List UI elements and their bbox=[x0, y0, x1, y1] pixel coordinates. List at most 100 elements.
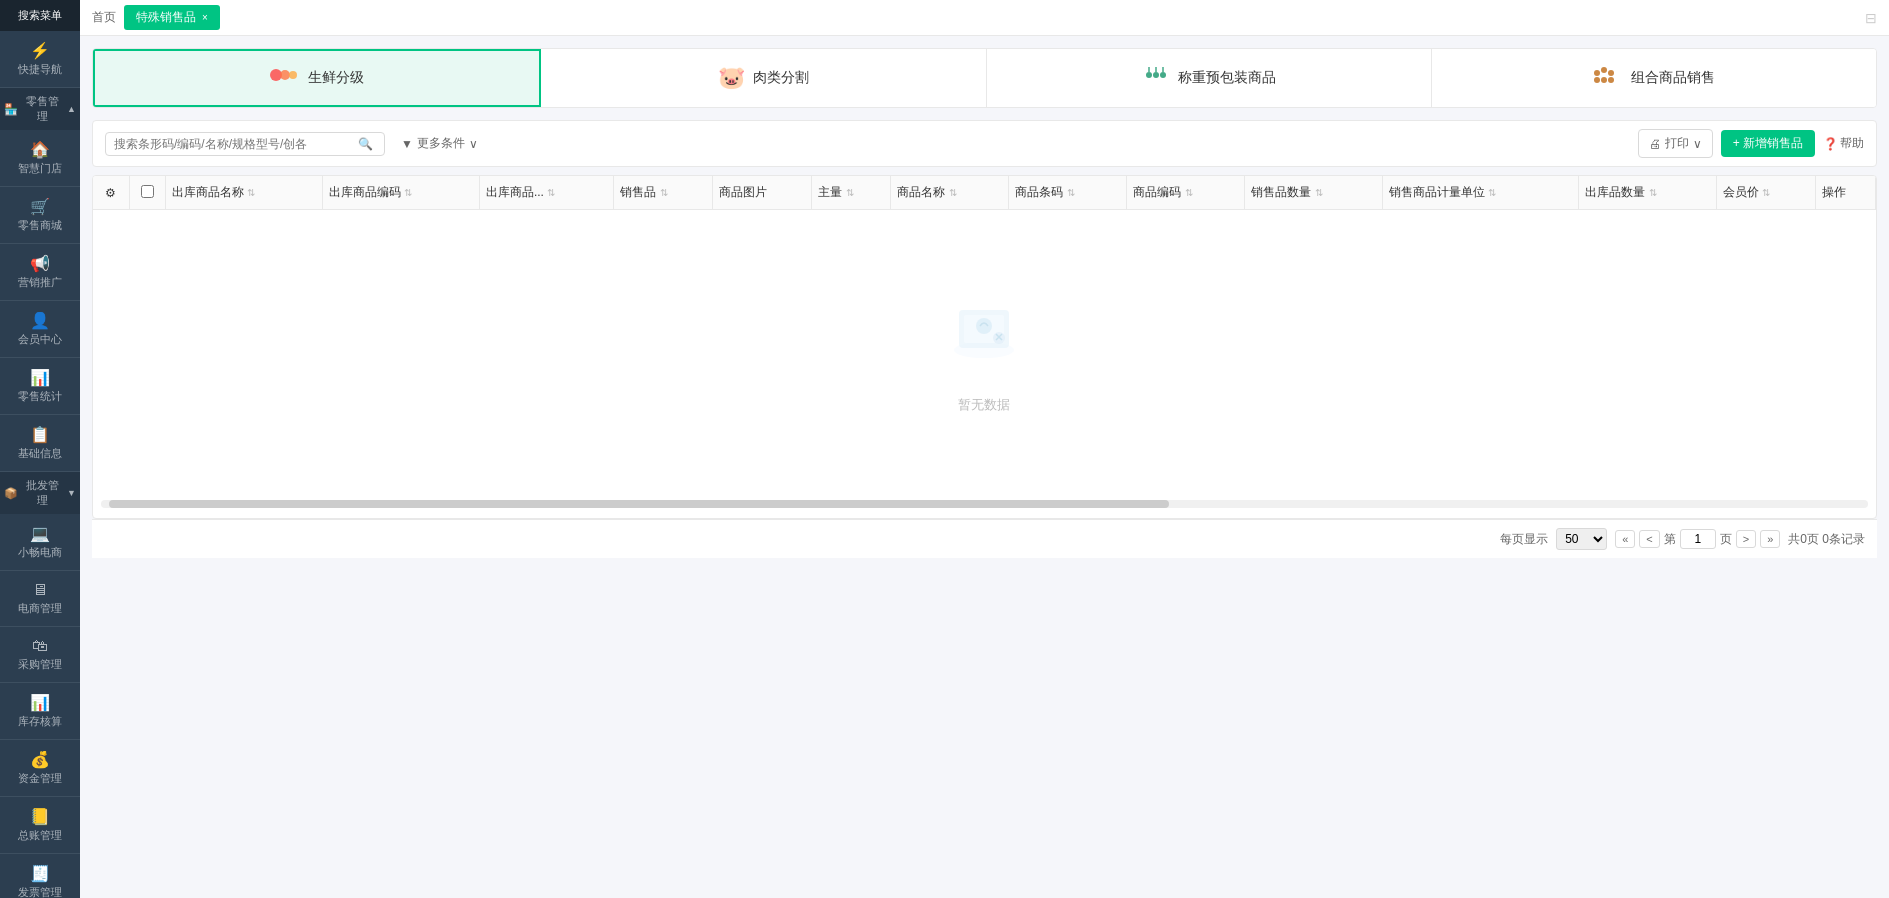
sidebar-item-retail-stats[interactable]: 📊 零售统计 bbox=[0, 358, 80, 415]
topbar-toggle-icon[interactable]: ⊟ bbox=[1865, 10, 1877, 26]
svg-point-1 bbox=[280, 70, 290, 80]
new-label: + 新增销售品 bbox=[1733, 135, 1803, 152]
sidebar-item-label: 总账管理 bbox=[18, 828, 62, 843]
sidebar-section-wholesale[interactable]: 📦 批发管理 ▼ bbox=[0, 472, 80, 514]
sort-icon: ⇅ bbox=[1649, 187, 1657, 198]
sidebar-item-quick[interactable]: ⚡ 快捷导航 bbox=[0, 31, 80, 88]
chevron-down-icon: ∨ bbox=[469, 137, 478, 151]
sidebar-item-label: 会员中心 bbox=[18, 332, 62, 347]
svg-point-10 bbox=[1601, 67, 1607, 73]
per-page-select[interactable]: 50 100 200 bbox=[1556, 528, 1607, 550]
pagination: 每页显示 50 100 200 « < 第 页 > » 共0页 0条记录 bbox=[92, 519, 1877, 558]
print-icon: 🖨 bbox=[1649, 137, 1661, 151]
sort-icon: ⇅ bbox=[949, 187, 957, 198]
col-product-code[interactable]: 商品编码 ⇅ bbox=[1127, 176, 1245, 210]
sidebar-item-label: 营销推广 bbox=[18, 275, 62, 290]
col-sale-unit[interactable]: 销售商品计量单位 ⇅ bbox=[1383, 176, 1579, 210]
new-product-button[interactable]: + 新增销售品 bbox=[1721, 130, 1815, 157]
sidebar-item-label: 采购管理 bbox=[18, 657, 62, 672]
sort-icon: ⇅ bbox=[1488, 187, 1496, 198]
page-content: 生鲜分级 🐷 肉类分割 称重预包装商品 bbox=[80, 36, 1889, 898]
select-all-checkbox[interactable] bbox=[141, 185, 154, 198]
next-page-button[interactable]: > bbox=[1736, 530, 1756, 548]
col-product-name[interactable]: 商品名称 ⇅ bbox=[891, 176, 1009, 210]
chevron-down-icon: ▲ bbox=[67, 104, 76, 114]
fresh-grade-label: 生鲜分级 bbox=[308, 69, 364, 87]
filter-button[interactable]: ▼ 更多条件 ∨ bbox=[393, 131, 486, 156]
sidebar-item-label: 基础信息 bbox=[18, 446, 62, 461]
first-page-button[interactable]: « bbox=[1615, 530, 1635, 548]
sidebar-item-inventory[interactable]: 📊 库存核算 bbox=[0, 683, 80, 740]
col-barcode[interactable]: 商品条码 ⇅ bbox=[1009, 176, 1127, 210]
sidebar-item-ecom-mgmt[interactable]: 🖥 电商管理 bbox=[0, 571, 80, 627]
finance-icon: 💰 bbox=[30, 750, 50, 769]
col-out-qty[interactable]: 出库品数量 ⇅ bbox=[1579, 176, 1717, 210]
sidebar-section-retail[interactable]: 🏪 零售管理 ▲ bbox=[0, 88, 80, 130]
svg-point-4 bbox=[1153, 72, 1159, 78]
sidebar-item-label: 发票管理 bbox=[18, 885, 62, 898]
sidebar-item-label: 库存核算 bbox=[18, 714, 62, 729]
topbar: 首页 特殊销售品 × ⊟ bbox=[80, 0, 1889, 36]
sidebar-item-marketing[interactable]: 📢 营销推广 bbox=[0, 244, 80, 301]
chevron-down-icon: ▼ bbox=[67, 488, 76, 498]
sidebar-logo[interactable]: 搜索菜单 bbox=[0, 0, 80, 31]
tab-meat-cut[interactable]: 🐷 肉类分割 bbox=[541, 49, 986, 107]
sidebar-item-finance[interactable]: 💰 资金管理 bbox=[0, 740, 80, 797]
meat-cut-label: 肉类分割 bbox=[753, 69, 809, 87]
col-out-spec[interactable]: 出库商品... ⇅ bbox=[479, 176, 613, 210]
sidebar-item-purchase[interactable]: 🛍 采购管理 bbox=[0, 627, 80, 683]
tab-weight-package[interactable]: 称重预包装商品 bbox=[987, 49, 1432, 107]
svg-point-14 bbox=[1608, 77, 1614, 83]
sidebar-item-invoice[interactable]: 🧾 发票管理 bbox=[0, 854, 80, 898]
scrollbar-thumb[interactable] bbox=[109, 500, 1169, 508]
ecom-mgmt-icon: 🖥 bbox=[32, 581, 48, 599]
sidebar-item-member[interactable]: 👤 会员中心 bbox=[0, 301, 80, 358]
col-out-code[interactable]: 出库商品编码 ⇅ bbox=[322, 176, 479, 210]
sort-icon: ⇅ bbox=[547, 187, 555, 198]
empty-state: 暂无数据 bbox=[93, 210, 1876, 494]
sidebar-item-label: 电商管理 bbox=[18, 601, 62, 616]
topbar-home[interactable]: 首页 bbox=[92, 9, 116, 26]
search-icon[interactable]: 🔍 bbox=[358, 137, 373, 151]
col-member-price[interactable]: 会员价 ⇅ bbox=[1717, 176, 1815, 210]
meat-cut-icon: 🐷 bbox=[718, 65, 745, 91]
col-sale-qty[interactable]: 销售品数量 ⇅ bbox=[1245, 176, 1383, 210]
category-tabs: 生鲜分级 🐷 肉类分割 称重预包装商品 bbox=[92, 48, 1877, 108]
print-button[interactable]: 🖨 打印 ∨ bbox=[1638, 129, 1713, 158]
sidebar-item-label: 小畅电商 bbox=[18, 545, 62, 560]
help-icon: ❓ bbox=[1823, 137, 1838, 151]
sidebar-item-smart-store[interactable]: 🏠 智慧门店 bbox=[0, 130, 80, 187]
prev-page-button[interactable]: < bbox=[1639, 530, 1659, 548]
page-label-text: 第 bbox=[1664, 531, 1676, 548]
store-icon: 🏠 bbox=[30, 140, 50, 159]
search-input[interactable] bbox=[114, 137, 354, 151]
col-weight[interactable]: 主量 ⇅ bbox=[812, 176, 891, 210]
invoice-icon: 🧾 bbox=[30, 864, 50, 883]
col-out-name[interactable]: 出库商品名称 ⇅ bbox=[165, 176, 322, 210]
svg-point-18 bbox=[976, 318, 992, 334]
last-page-button[interactable]: » bbox=[1760, 530, 1780, 548]
topbar-active-tab[interactable]: 特殊销售品 × bbox=[124, 5, 220, 30]
sidebar-item-label: 零售统计 bbox=[18, 389, 62, 404]
tab-combo-sale[interactable]: 组合商品销售 bbox=[1432, 49, 1876, 107]
member-icon: 👤 bbox=[30, 311, 50, 330]
sort-icon: ⇅ bbox=[1762, 187, 1770, 198]
svg-point-12 bbox=[1594, 77, 1600, 83]
search-box[interactable]: 🔍 bbox=[105, 132, 385, 156]
chevron-down-icon: ∨ bbox=[1693, 137, 1702, 151]
tab-close-button[interactable]: × bbox=[202, 12, 208, 23]
col-image[interactable]: 商品图片 bbox=[712, 176, 812, 210]
horizontal-scrollbar[interactable] bbox=[101, 500, 1868, 508]
help-label: 帮助 bbox=[1840, 135, 1864, 152]
col-sale-item[interactable]: 销售品 ⇅ bbox=[614, 176, 712, 210]
col-check[interactable] bbox=[129, 176, 165, 210]
page-nav: « < 第 页 > » bbox=[1615, 529, 1780, 549]
sidebar-item-ledger[interactable]: 📒 总账管理 bbox=[0, 797, 80, 854]
page-number-input[interactable] bbox=[1680, 529, 1716, 549]
sidebar-item-basic-info[interactable]: 📋 基础信息 bbox=[0, 415, 80, 472]
sidebar-item-retail-mall[interactable]: 🛒 零售商城 bbox=[0, 187, 80, 244]
col-gear[interactable]: ⚙ bbox=[93, 176, 129, 210]
help-button[interactable]: ❓ 帮助 bbox=[1823, 135, 1864, 152]
tab-fresh-grade[interactable]: 生鲜分级 bbox=[93, 49, 541, 107]
sidebar-item-ecommerce[interactable]: 💻 小畅电商 bbox=[0, 514, 80, 571]
